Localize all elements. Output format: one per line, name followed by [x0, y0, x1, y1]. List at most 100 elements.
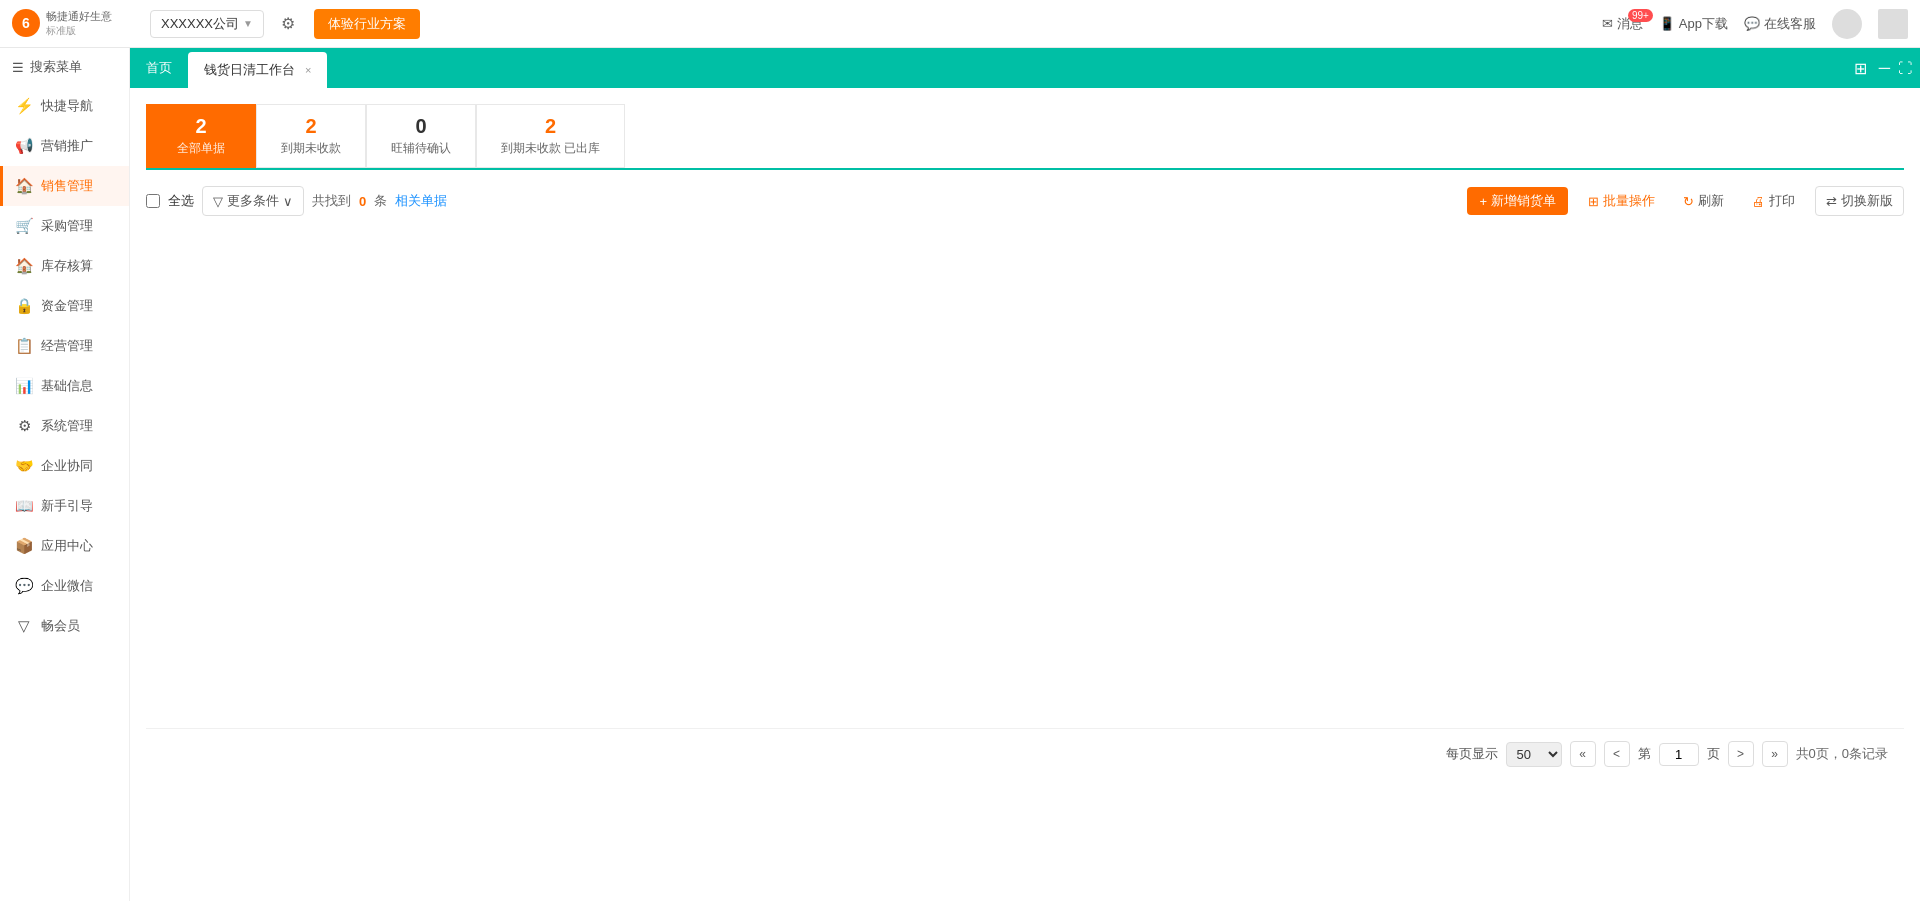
search-icon: ☰	[12, 60, 24, 75]
print-label: 打印	[1769, 192, 1795, 210]
stats-tabs: 2 全部单据 2 到期未收款 0 旺辅待确认 2 到期未收款 已出库	[146, 104, 1904, 170]
stat-num-all: 2	[171, 115, 231, 138]
company-selector[interactable]: XXXXXX公司 ▼	[150, 10, 264, 38]
sidebar-item-basic-info[interactable]: 📊 基础信息	[0, 366, 129, 406]
switch-label: 切换新版	[1841, 192, 1893, 210]
sidebar-search[interactable]: ☰ 搜索菜单	[0, 48, 129, 86]
app-download-label: App下载	[1679, 15, 1728, 33]
sidebar-label-app-center: 应用中心	[41, 537, 93, 555]
sidebar-item-wechat[interactable]: 💬 企业微信	[0, 566, 129, 606]
add-sales-order-button[interactable]: + 新增销货单	[1467, 187, 1568, 215]
next-page-button[interactable]: >	[1728, 741, 1754, 767]
sidebar-label-quick-nav: 快捷导航	[41, 97, 93, 115]
tab-workbench[interactable]: 钱货日清工作台 ×	[188, 52, 327, 88]
refresh-label: 刷新	[1698, 192, 1724, 210]
switch-new-button[interactable]: ⇄ 切换新版	[1815, 186, 1904, 216]
page-suffix: 页	[1707, 745, 1720, 763]
stat-label-pending: 旺辅待确认	[391, 140, 451, 157]
sidebar-label-purchase: 采购管理	[41, 217, 93, 235]
print-button[interactable]: 🖨 打印	[1744, 187, 1803, 215]
sidebar-label-basic-info: 基础信息	[41, 377, 93, 395]
maximize-icon[interactable]: ⛶	[1898, 60, 1912, 76]
toolbar-left: 全选 ▽ 更多条件 ∨ 共找到 0 条 相关单据	[146, 186, 447, 216]
found-unit: 条	[374, 192, 387, 210]
app-download-button[interactable]: 📱 App下载	[1659, 15, 1728, 33]
stat-num-overdue: 2	[281, 115, 341, 138]
sidebar-item-marketing[interactable]: 📢 营销推广	[0, 126, 129, 166]
basic-info-icon: 📊	[15, 377, 33, 395]
tab-home[interactable]: 首页	[130, 48, 188, 88]
stat-num-pending: 0	[391, 115, 451, 138]
sidebar-label-member: 畅会员	[41, 617, 80, 635]
sidebar-item-cooperation[interactable]: 🤝 企业协同	[0, 446, 129, 486]
sidebar-item-sales[interactable]: 🏠 销售管理	[0, 166, 129, 206]
filter-arrow-icon: ∨	[283, 194, 293, 209]
logo-area: 6 畅捷通好生意 标准版	[12, 9, 142, 37]
sidebar-item-app-center[interactable]: 📦 应用中心	[0, 526, 129, 566]
sidebar-item-finance[interactable]: 🔒 资金管理	[0, 286, 129, 326]
sidebar-item-inventory[interactable]: 🏠 库存核算	[0, 246, 129, 286]
expand-tabs-button[interactable]: ⊞	[1842, 59, 1879, 78]
pagination: 每页显示 50 100 « < 第 页 > » 共0页，0条记录	[146, 728, 1904, 779]
message-icon: ✉	[1602, 16, 1613, 31]
home-tab-label: 首页	[146, 59, 172, 77]
main-content: 2 全部单据 2 到期未收款 0 旺辅待确认 2 到期未收款 已出库 全选	[130, 88, 1920, 901]
page-input[interactable]	[1659, 743, 1699, 766]
sidebar-item-member[interactable]: ▽ 畅会员	[0, 606, 129, 646]
stat-num-overdue-out: 2	[501, 115, 600, 138]
message-button[interactable]: ✉ 消息 99+	[1602, 15, 1643, 33]
stat-tab-pending[interactable]: 0 旺辅待确认	[366, 104, 476, 168]
select-all-label: 全选	[168, 192, 194, 210]
online-service-label: 在线客服	[1764, 15, 1816, 33]
per-page-label: 每页显示	[1446, 745, 1498, 763]
found-prefix: 共找到	[312, 192, 351, 210]
app-center-icon: 📦	[15, 537, 33, 555]
sidebar-label-inventory: 库存核算	[41, 257, 93, 275]
stat-tab-overdue[interactable]: 2 到期未收款	[256, 104, 366, 168]
last-page-button[interactable]: »	[1762, 741, 1788, 767]
avatar[interactable]	[1832, 9, 1862, 39]
first-page-button[interactable]: «	[1570, 741, 1596, 767]
stat-tab-all[interactable]: 2 全部单据	[146, 104, 256, 168]
online-service-button[interactable]: 💬 在线客服	[1744, 15, 1816, 33]
sidebar-item-guide[interactable]: 📖 新手引导	[0, 486, 129, 526]
cooperation-icon: 🤝	[15, 457, 33, 475]
logo-name: 畅捷通好生意	[46, 9, 112, 23]
sidebar-label-cooperation: 企业协同	[41, 457, 93, 475]
settings-icon[interactable]: ⚙	[272, 8, 304, 40]
filter-button[interactable]: ▽ 更多条件 ∨	[202, 186, 304, 216]
system-icon: ⚙	[15, 417, 33, 435]
per-page-select[interactable]: 50 100	[1506, 742, 1562, 767]
sidebar-item-purchase[interactable]: 🛒 采购管理	[0, 206, 129, 246]
filter-icon: ▽	[213, 194, 223, 209]
sales-icon: 🏠	[15, 177, 33, 195]
sidebar-item-quick-nav[interactable]: ⚡ 快捷导航	[0, 86, 129, 126]
close-tab-icon[interactable]: ×	[305, 64, 311, 76]
add-label: 新增销货单	[1491, 192, 1556, 210]
top-bar: 6 畅捷通好生意 标准版 XXXXXX公司 ▼ ⚙ 体验行业方案 ✉ 消息 99…	[0, 0, 1920, 48]
sidebar-item-operations[interactable]: 📋 经营管理	[0, 326, 129, 366]
expand-icon: ⊞	[1854, 60, 1867, 77]
logo-version: 标准版	[46, 24, 112, 38]
stat-label-overdue-out: 到期未收款 已出库	[501, 140, 600, 157]
add-icon: +	[1479, 194, 1487, 209]
sidebar-label-system: 系统管理	[41, 417, 93, 435]
top-right: ✉ 消息 99+ 📱 App下载 💬 在线客服	[1602, 9, 1908, 39]
sidebar-label-wechat: 企业微信	[41, 577, 93, 595]
found-link[interactable]: 相关单据	[395, 192, 447, 210]
found-count: 0	[359, 194, 366, 209]
print-icon: 🖨	[1752, 194, 1765, 209]
marketing-icon: 📢	[15, 137, 33, 155]
minimize-icon[interactable]: ─	[1879, 59, 1890, 77]
sidebar-label-finance: 资金管理	[41, 297, 93, 315]
sidebar-label-guide: 新手引导	[41, 497, 93, 515]
refresh-button[interactable]: ↻ 刷新	[1675, 187, 1732, 215]
trial-button[interactable]: 体验行业方案	[314, 9, 420, 39]
filter-label: 更多条件	[227, 192, 279, 210]
prev-page-button[interactable]: <	[1604, 741, 1630, 767]
sidebar-item-system[interactable]: ⚙ 系统管理	[0, 406, 129, 446]
user-menu[interactable]	[1878, 9, 1908, 39]
stat-tab-overdue-out[interactable]: 2 到期未收款 已出库	[476, 104, 625, 168]
select-all-checkbox[interactable]	[146, 194, 160, 208]
batch-operation-button[interactable]: ⊞ 批量操作	[1580, 187, 1663, 215]
